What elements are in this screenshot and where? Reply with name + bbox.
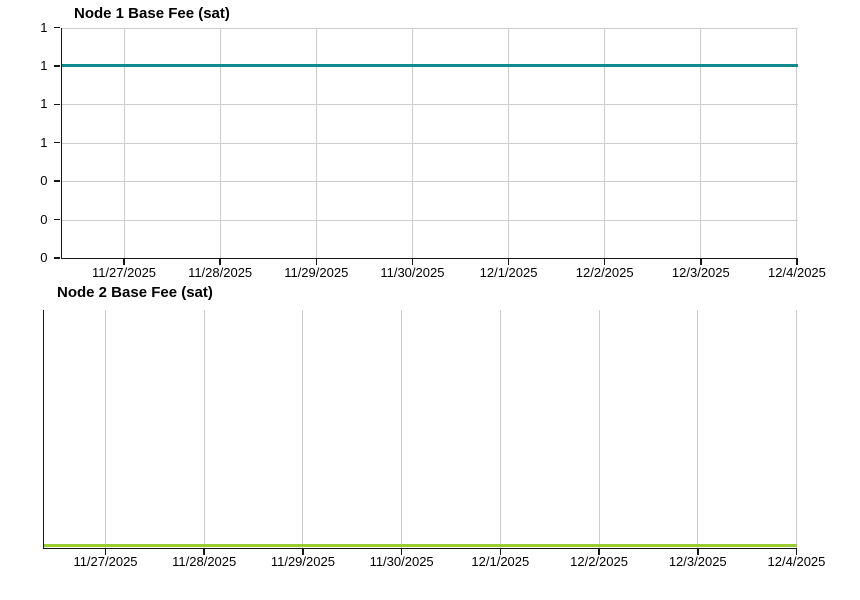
x-axis-label: 12/3/2025 [668, 554, 727, 569]
gridline-vertical [604, 27, 606, 258]
y-axis-label: 1 [40, 134, 48, 150]
gridline-horizontal [61, 219, 798, 221]
y-axis-tick [54, 180, 60, 182]
gridline-horizontal [61, 142, 798, 144]
gridline-vertical [302, 310, 304, 548]
y-axis-tick [54, 26, 60, 29]
gridline-vertical [105, 310, 106, 548]
y-axis-label: 0 [40, 211, 48, 227]
x-axis-label: 11/29/2025 [270, 554, 335, 569]
y-axis-tick [54, 141, 60, 144]
x-axis-tick [507, 258, 510, 265]
x-axis-tick [796, 258, 798, 265]
x-axis-label: 11/30/2025 [380, 265, 445, 280]
series-line-node1 [61, 64, 798, 68]
x-axis-tick [700, 258, 702, 265]
gridline-vertical [795, 310, 797, 548]
x-axis-tick [411, 258, 414, 265]
plot-area: 1 1 1 1 0 0 0 11/27/2025 11/28/2025 11/29/2025 11/… [40, 20, 826, 281]
gridline-vertical [508, 27, 510, 258]
x-axis-label: 11/27/2025 [91, 265, 157, 280]
gridline-vertical [697, 310, 699, 548]
x-axis-tick [315, 258, 318, 265]
x-axis-label: 12/4/2025 [767, 554, 826, 569]
gridline-vertical [796, 27, 798, 258]
y-axis-label: 0 [40, 249, 48, 265]
x-axis-label: 11/28/2025 [172, 554, 237, 569]
x-axis-tick [123, 258, 125, 265]
series-line-node2 [44, 543, 797, 547]
chart-title: Node 2 Base Fee (sat) [57, 284, 213, 301]
y-axis-tick [54, 257, 60, 259]
base-fee-dashboard: Node 1 Base Fee (sat) 1 1 1 1 0 0 0 11/27/2025 1… [0, 0, 860, 600]
y-axis-tick [54, 65, 60, 67]
gridline-vertical [411, 27, 413, 258]
gridline-vertical [401, 310, 403, 548]
y-axis-label: 0 [40, 173, 48, 189]
x-axis-label: 11/28/2025 [188, 265, 253, 280]
x-axis-label: 12/4/2025 [768, 265, 826, 280]
x-axis-label: 11/30/2025 [369, 554, 434, 569]
x-axis-label: 12/3/2025 [671, 265, 730, 280]
plot-area: 11/27/2025 11/28/2025 11/29/2025 11/30/2025… [43, 310, 825, 569]
gridline-vertical [315, 27, 317, 258]
y-axis-label: 1 [40, 96, 48, 112]
gridline-vertical [598, 310, 600, 548]
y-axis-label: 1 [40, 57, 48, 73]
gridline-horizontal [61, 181, 798, 183]
x-axis-label: 12/2/2025 [570, 554, 628, 569]
y-axis-tick [54, 103, 60, 106]
x-axis-label: 11/27/2025 [73, 554, 138, 569]
x-axis-label: 12/2/2025 [575, 265, 634, 280]
x-axis-label: 11/29/2025 [284, 265, 349, 280]
gridline-vertical [123, 27, 125, 258]
chart-title: Node 1 Base Fee (sat) [74, 5, 230, 22]
gridline-horizontal [61, 27, 798, 29]
x-axis-label: 12/1/2025 [479, 265, 538, 280]
y-axis-label: 1 [40, 19, 48, 35]
x-axis-tick [219, 258, 221, 265]
gridline-vertical [700, 27, 702, 258]
gridline-vertical [499, 310, 501, 548]
gridline-vertical [203, 310, 205, 548]
x-axis-label: 12/1/2025 [471, 554, 530, 569]
gridline-vertical [219, 27, 221, 258]
y-axis-tick [54, 218, 60, 221]
x-axis-tick [603, 258, 606, 265]
gridline-horizontal [61, 104, 798, 106]
